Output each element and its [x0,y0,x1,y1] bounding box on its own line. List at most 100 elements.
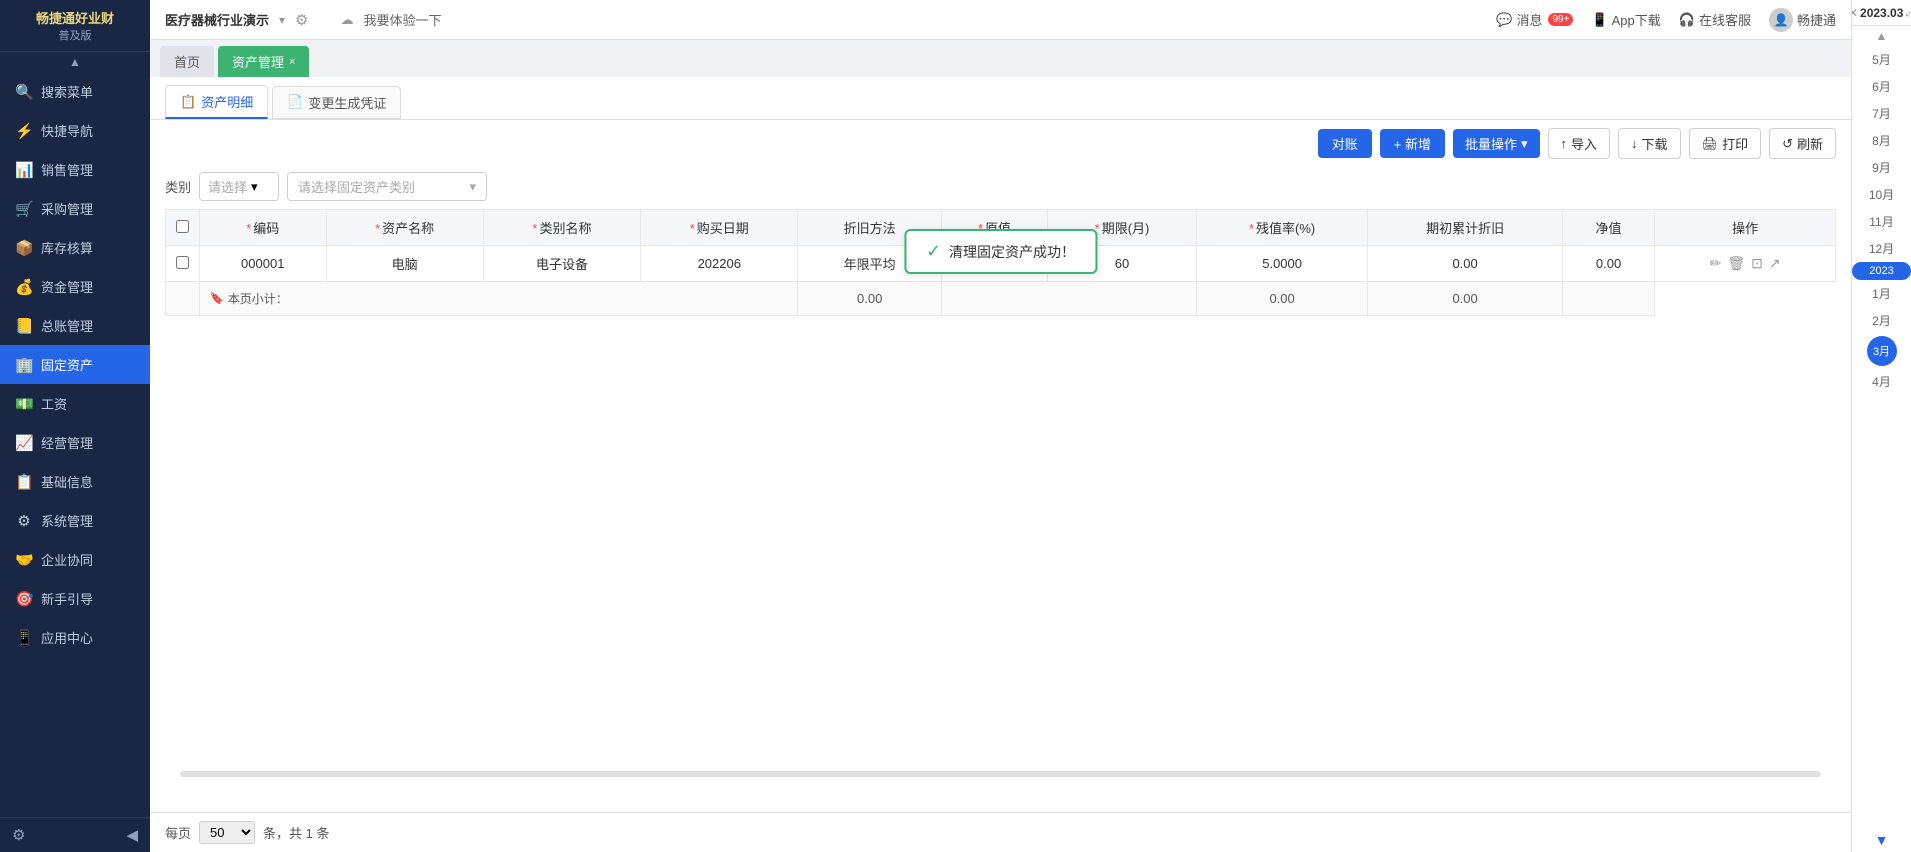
col-header-9: 净值 [1562,210,1654,246]
download-button[interactable]: ↓ 下载 [1618,128,1681,159]
per-page-label: 每页 [165,823,191,842]
sidebar-icon-11: ⚙ [15,512,33,530]
timeline-scroll-down[interactable]: ▼ [1871,828,1893,852]
print-button[interactable]: 🖨 打印 [1689,128,1762,159]
sidebar-item-新手引导[interactable]: 🎯新手引导 [0,579,150,618]
timeline-header: ✕ 2023.03 ⤢ [1852,0,1911,26]
sidebar-item-固定资产[interactable]: 🏢固定资产 [0,345,150,384]
voucher-change-icon: 📄 [287,94,303,110]
row-checkbox[interactable] [176,256,189,269]
timeline-month-prev-8月[interactable]: 8月 [1852,127,1911,154]
sidebar-item-总账管理[interactable]: 📒总账管理 [0,306,150,345]
avatar: 👤 [1769,8,1793,32]
online-service-label: 在线客服 [1699,10,1751,29]
company-chevron-icon[interactable]: ▾ [279,13,285,27]
timeline-month-3月[interactable]: 3月 [1867,336,1897,366]
sidebar-scroll-up[interactable]: ▲ [0,52,150,72]
cell-0-1: 电脑 [326,246,483,282]
timeline-month-prev-11月[interactable]: 11月 [1852,208,1911,235]
sidebar-item-系统管理[interactable]: ⚙系统管理 [0,501,150,540]
sidebar-item-销售管理[interactable]: 📊销售管理 [0,150,150,189]
filter-category-value: 请选择 [208,177,247,196]
sidebar-icon-13: 🎯 [15,590,33,608]
sidebar: 畅捷通好业财 普及版 ▲ 🔍搜索菜单⚡快捷导航📊销售管理🛒采购管理📦库存核算💰资… [0,0,150,852]
copy-icon[interactable]: ⊡ [1751,255,1763,272]
import-icon: ↑ [1561,136,1568,151]
timeline-close-icon[interactable]: ✕ [1851,6,1858,20]
notification-button[interactable]: 💬 消息 99+ [1496,10,1573,29]
sidebar-icon-5: 💰 [15,278,33,296]
app-subtitle: 普及版 [59,27,92,43]
filter-category-input[interactable]: 请选择固定资产类别 ▾ [287,172,487,201]
filter-row: 类别 请选择 ▾ 请选择固定资产类别 ▾ [150,167,1851,209]
timeline-month-4月[interactable]: 4月 [1852,368,1911,395]
scroll-indicator [180,771,1821,777]
sidebar-item-应用中心[interactable]: 📱应用中心 [0,618,150,657]
timeline-year-2023[interactable]: 2023 [1852,262,1911,280]
sub-tab-voucher-change[interactable]: 📄 变更生成凭证 [272,86,401,119]
timeline-month-prev-10月[interactable]: 10月 [1852,181,1911,208]
batch-ops-button[interactable]: 批量操作 ▾ [1453,129,1540,158]
timeline-month-prev-5月[interactable]: 5月 [1852,46,1911,73]
filter-category-select[interactable]: 请选择 ▾ [199,172,279,201]
sidebar-item-采购管理[interactable]: 🛒采购管理 [0,189,150,228]
timeline-month-2月[interactable]: 2月 [1852,307,1911,334]
timeline-month-1月[interactable]: 1月 [1852,280,1911,307]
batch-chevron-icon: ▾ [1521,136,1528,152]
user-profile[interactable]: 👤 畅捷通 [1769,8,1836,32]
sidebar-item-经营管理[interactable]: 📈经营管理 [0,423,150,462]
online-service-button[interactable]: 🎧 在线客服 [1679,10,1751,29]
tab-home-label: 首页 [174,52,200,71]
timeline-scroll-up[interactable]: ▲ [1873,26,1891,46]
app-download-label: App下载 [1612,10,1661,29]
sub-tab-voucher-change-label: 变更生成凭证 [308,93,386,112]
more-icon[interactable]: ↗ [1769,255,1781,272]
header-settings-icon[interactable]: ⚙ [295,11,308,29]
settings-icon[interactable]: ⚙ [12,826,25,844]
download-icon: ↓ [1631,136,1638,151]
collapse-icon[interactable]: ◀ [126,826,138,844]
sub-tab-bar: 📋 资产明细 📄 变更生成凭证 [150,77,1851,120]
sidebar-bottom: ⚙ ◀ [0,817,150,852]
sidebar-icon-14: 📱 [15,629,33,647]
app-title: 畅捷通好业财 [36,8,114,27]
username: 畅捷通 [1797,10,1836,29]
experience-icon: ☁ [341,12,354,28]
sidebar-item-快捷导航[interactable]: ⚡快捷导航 [0,111,150,150]
page-size-select[interactable]: 50 100 [199,821,255,844]
refresh-button[interactable]: ↺ 刷新 [1769,128,1836,159]
company-name: 医疗器械行业演示 [165,10,269,29]
sidebar-item-企业协同[interactable]: 🤝企业协同 [0,540,150,579]
subtotal-row: 🔖本页小计：0.000.000.00 [166,282,1836,316]
sub-tab-asset-detail[interactable]: 📋 资产明细 [165,85,268,119]
tab-asset-management[interactable]: 资产管理 × [218,46,309,77]
tab-close-icon[interactable]: × [289,56,295,68]
new-button[interactable]: + 新增 [1380,129,1445,158]
sidebar-item-库存核算[interactable]: 📦库存核算 [0,228,150,267]
sidebar-logo: 畅捷通好业财 普及版 [0,0,150,52]
import-button[interactable]: ↑ 导入 [1548,128,1611,159]
timeline-month-prev-9月[interactable]: 9月 [1852,154,1911,181]
delete-icon[interactable]: 🗑 [1727,255,1745,272]
sidebar-item-资金管理[interactable]: 💰资金管理 [0,267,150,306]
select-all-checkbox[interactable] [176,220,189,233]
tab-bar: 首页 资产管理 × [150,40,1851,77]
tab-home[interactable]: 首页 [160,46,214,77]
app-download-button[interactable]: 📱 App下载 [1591,10,1660,29]
notification-label: 消息 [1516,10,1542,29]
top-header: 医疗器械行业演示 ▾ ⚙ ☁ 我要体验一下 💬 消息 99+ 📱 App下载 🎧… [150,0,1851,40]
sidebar-item-搜索菜单[interactable]: 🔍搜索菜单 [0,72,150,111]
sidebar-icon-2: 📊 [15,161,33,179]
filter-input-chevron: ▾ [469,179,476,195]
reconcile-button[interactable]: 对账 [1318,129,1372,158]
sidebar-item-工资[interactable]: 💵工资 [0,384,150,423]
edit-icon[interactable]: ✏ [1710,255,1722,272]
timeline-expand-icon[interactable]: ⤢ [1905,5,1911,20]
timeline-month-prev-7月[interactable]: 7月 [1852,100,1911,127]
filter-category-label: 类别 [165,177,191,196]
experience-button[interactable]: 我要体验一下 [364,10,442,29]
sidebar-icon-10: 📋 [15,473,33,491]
timeline-month-prev-6月[interactable]: 6月 [1852,73,1911,100]
timeline-month-prev-12月[interactable]: 12月 [1852,235,1911,262]
sidebar-item-基础信息[interactable]: 📋基础信息 [0,462,150,501]
